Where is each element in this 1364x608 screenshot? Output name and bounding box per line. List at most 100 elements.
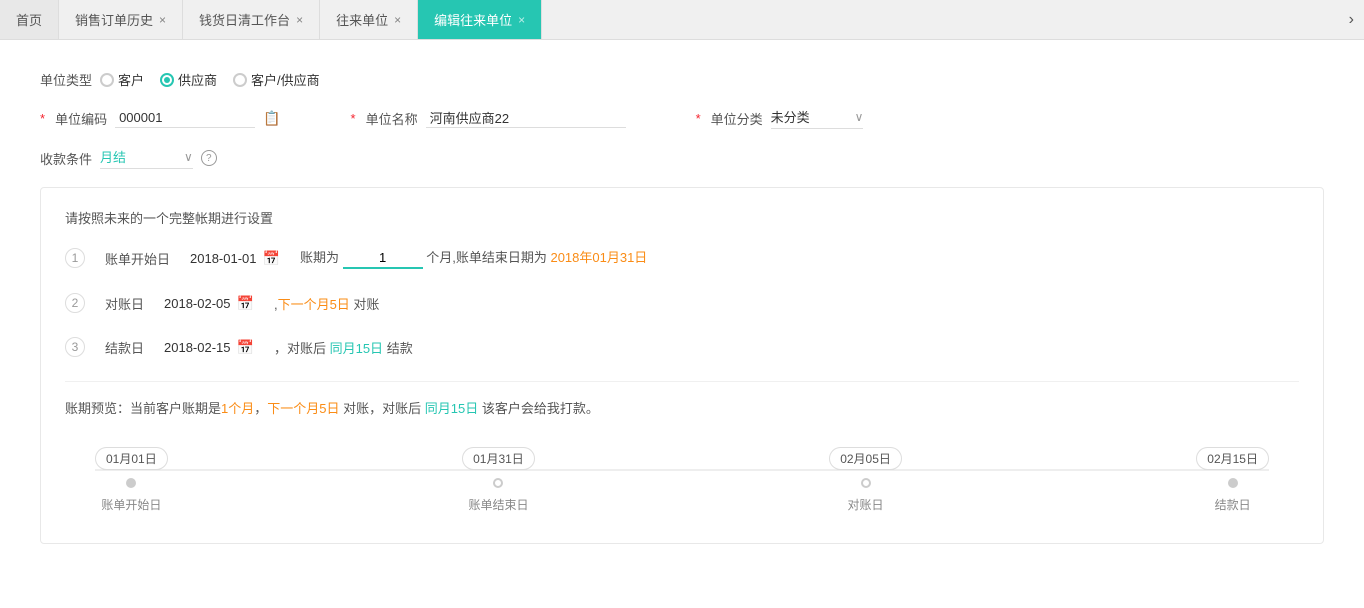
radio-customer-supplier-label: 客户/供应商: [251, 70, 320, 89]
unit-category-required: *: [696, 111, 701, 126]
tab-home[interactable]: 首页: [0, 0, 59, 39]
tab-partner-units[interactable]: 往来单位 ×: [320, 0, 418, 39]
step-calendar-icon-1[interactable]: 📅: [263, 250, 280, 267]
payment-terms-label: 收款条件: [40, 149, 92, 168]
step-date-value-1: 2018-01-01: [190, 251, 257, 266]
radio-customer-supplier-circle: [233, 73, 247, 87]
timeline-badge-0: 01月01日: [95, 447, 168, 470]
timeline-item-start: 01月01日 账单开始日: [95, 447, 168, 513]
preview-text: 账期预览：当前客户账期是1个月，下一个月5日 对账，对账后 同月15日 该客户会…: [65, 398, 1299, 417]
timeline-label-3: 结款日: [1215, 496, 1251, 513]
radio-supplier[interactable]: 供应商: [160, 70, 217, 89]
timeline-date-0: 01月01日: [106, 452, 157, 466]
radio-supplier-circle: [160, 73, 174, 87]
timeline-label-2: 对账日: [848, 496, 884, 513]
timeline-label-0: 账单开始日: [101, 496, 161, 513]
timeline-date-3: 02月15日: [1207, 452, 1258, 466]
radio-customer-label: 客户: [118, 70, 144, 89]
unit-name-input[interactable]: [426, 108, 626, 128]
timeline-item-2: 02月05日 对账日: [829, 447, 902, 513]
step-row-1: 1 账单开始日 2018-01-01 📅 账期为 个月,账单结束日期为 2018…: [65, 247, 1299, 269]
unit-category-field: * 单位分类 未分类 ∨: [696, 107, 864, 129]
payment-terms-value: 月结: [100, 147, 180, 166]
radio-customer-supplier[interactable]: 客户/供应商: [233, 70, 320, 89]
timeline: 01月01日 账单开始日 01月31日 账单结束日: [65, 437, 1299, 523]
timeline-date-1: 01月31日: [473, 452, 524, 466]
unit-name-required: *: [351, 111, 356, 126]
unit-code-label: 单位编码: [55, 109, 107, 128]
step-desc-prefix-1: 账期为: [300, 250, 339, 265]
timeline-item-3: 02月15日 结款日: [1196, 447, 1269, 513]
preview-part2: 下一个月5日: [267, 401, 339, 416]
step-num-1: 1: [65, 248, 85, 268]
step-desc-rest-3: 结款: [387, 341, 413, 356]
timeline-dot-2: [861, 478, 871, 488]
step-date-value-2: 2018-02-05: [164, 296, 231, 311]
unit-type-radio-group: 客户 供应商 客户/供应商: [100, 70, 320, 89]
period-input[interactable]: [343, 248, 423, 269]
step-row-3: 3 结款日 2018-02-15 📅 ，对账后 同月15日 结款: [65, 337, 1299, 357]
tab-cash-ledger[interactable]: 钱货日清工作台 ×: [183, 0, 320, 39]
unit-type-label: 单位类型: [40, 70, 92, 89]
step-label-2: 对账日: [105, 294, 144, 313]
step-date-1: 2018-01-01 📅: [190, 250, 280, 267]
unit-category-value: 未分类: [771, 107, 851, 126]
timeline-dot-3: [1228, 478, 1238, 488]
step-desc-teal-3: 同月15日: [330, 341, 383, 356]
unit-code-field: * 单位编码 📋: [40, 108, 281, 128]
tab-edit-partner-unit[interactable]: 编辑往来单位 ×: [418, 0, 542, 39]
radio-supplier-label: 供应商: [178, 70, 217, 89]
preview-middle1: ，: [254, 401, 267, 416]
step-desc-rest-2: 对账: [350, 297, 380, 312]
step-num-2: 2: [65, 293, 85, 313]
unit-code-input[interactable]: [115, 108, 255, 128]
preview-section: 账期预览：当前客户账期是1个月，下一个月5日 对账，对账后 同月15日 该客户会…: [65, 381, 1299, 523]
preview-middle2: 对账，对账后: [340, 401, 422, 416]
step-date-3: 2018-02-15 📅: [164, 339, 254, 356]
step-desc-orange-2: 下一个月5日: [278, 297, 350, 312]
unit-category-label: 单位分类: [711, 109, 763, 128]
unit-category-chevron: ∨: [855, 110, 864, 124]
preview-prefix: 账期预览：当前客户账期是: [65, 401, 221, 416]
step-date-value-3: 2018-02-15: [164, 340, 231, 355]
timeline-badge-3: 02月15日: [1196, 447, 1269, 470]
preview-part1: 1个月: [221, 401, 254, 416]
unit-name-field: * 单位名称: [351, 108, 626, 128]
payment-terms-chevron: ∨: [184, 150, 193, 164]
unit-type-field: 单位类型 客户 供应商 客户/供应商: [40, 70, 320, 89]
payment-terms-select[interactable]: 月结 ∨: [100, 147, 193, 169]
step-desc-suffix-1: 个月,账单结束日期为: [426, 250, 547, 265]
radio-customer-circle: [100, 73, 114, 87]
tab-bar: 首页 销售订单历史 × 钱货日清工作台 × 往来单位 × 编辑往来单位 × ›: [0, 0, 1364, 40]
timeline-badge-1: 01月31日: [462, 447, 535, 470]
timeline-date-2: 02月05日: [840, 452, 891, 466]
close-tab-cash-ledger[interactable]: ×: [296, 13, 303, 27]
inner-card: 请按照未来的一个完整帐期进行设置 1 账单开始日 2018-01-01 📅 账期…: [40, 187, 1324, 544]
inner-card-title: 请按照未来的一个完整帐期进行设置: [65, 208, 1299, 227]
timeline-badge-2: 02月05日: [829, 447, 902, 470]
close-tab-partner-units[interactable]: ×: [394, 13, 401, 27]
close-tab-edit-partner-unit[interactable]: ×: [518, 13, 525, 27]
timeline-dot-1: [493, 478, 503, 488]
step-label-1: 账单开始日: [105, 249, 170, 268]
step-num-3: 3: [65, 337, 85, 357]
tab-more-button[interactable]: ›: [1339, 0, 1364, 39]
unit-code-icon[interactable]: 📋: [263, 110, 280, 127]
step-end-date-1: 2018年01月31日: [550, 250, 647, 265]
step-calendar-icon-3[interactable]: 📅: [237, 339, 254, 356]
radio-customer[interactable]: 客户: [100, 70, 144, 89]
close-tab-sales-order-history[interactable]: ×: [159, 13, 166, 27]
payment-terms-field: 收款条件 月结 ∨ ?: [40, 147, 217, 169]
step-desc-prefix-3: ，对账后: [274, 341, 326, 356]
unit-code-required: *: [40, 111, 45, 126]
unit-category-select[interactable]: 未分类 ∨: [771, 107, 864, 129]
unit-name-label: 单位名称: [366, 109, 418, 128]
tab-sales-order-history[interactable]: 销售订单历史 ×: [59, 0, 183, 39]
payment-terms-help-icon[interactable]: ?: [201, 150, 217, 166]
preview-part3: 同月15日: [425, 401, 478, 416]
step-calendar-icon-2[interactable]: 📅: [237, 295, 254, 312]
main-content: 单位类型 客户 供应商 客户/供应商 * 单位编码: [0, 40, 1364, 608]
step-desc-3: ，对账后 同月15日 结款: [274, 338, 413, 357]
step-row-2: 2 对账日 2018-02-05 📅 ,下一个月5日 对账: [65, 293, 1299, 313]
step-date-2: 2018-02-05 📅: [164, 295, 254, 312]
